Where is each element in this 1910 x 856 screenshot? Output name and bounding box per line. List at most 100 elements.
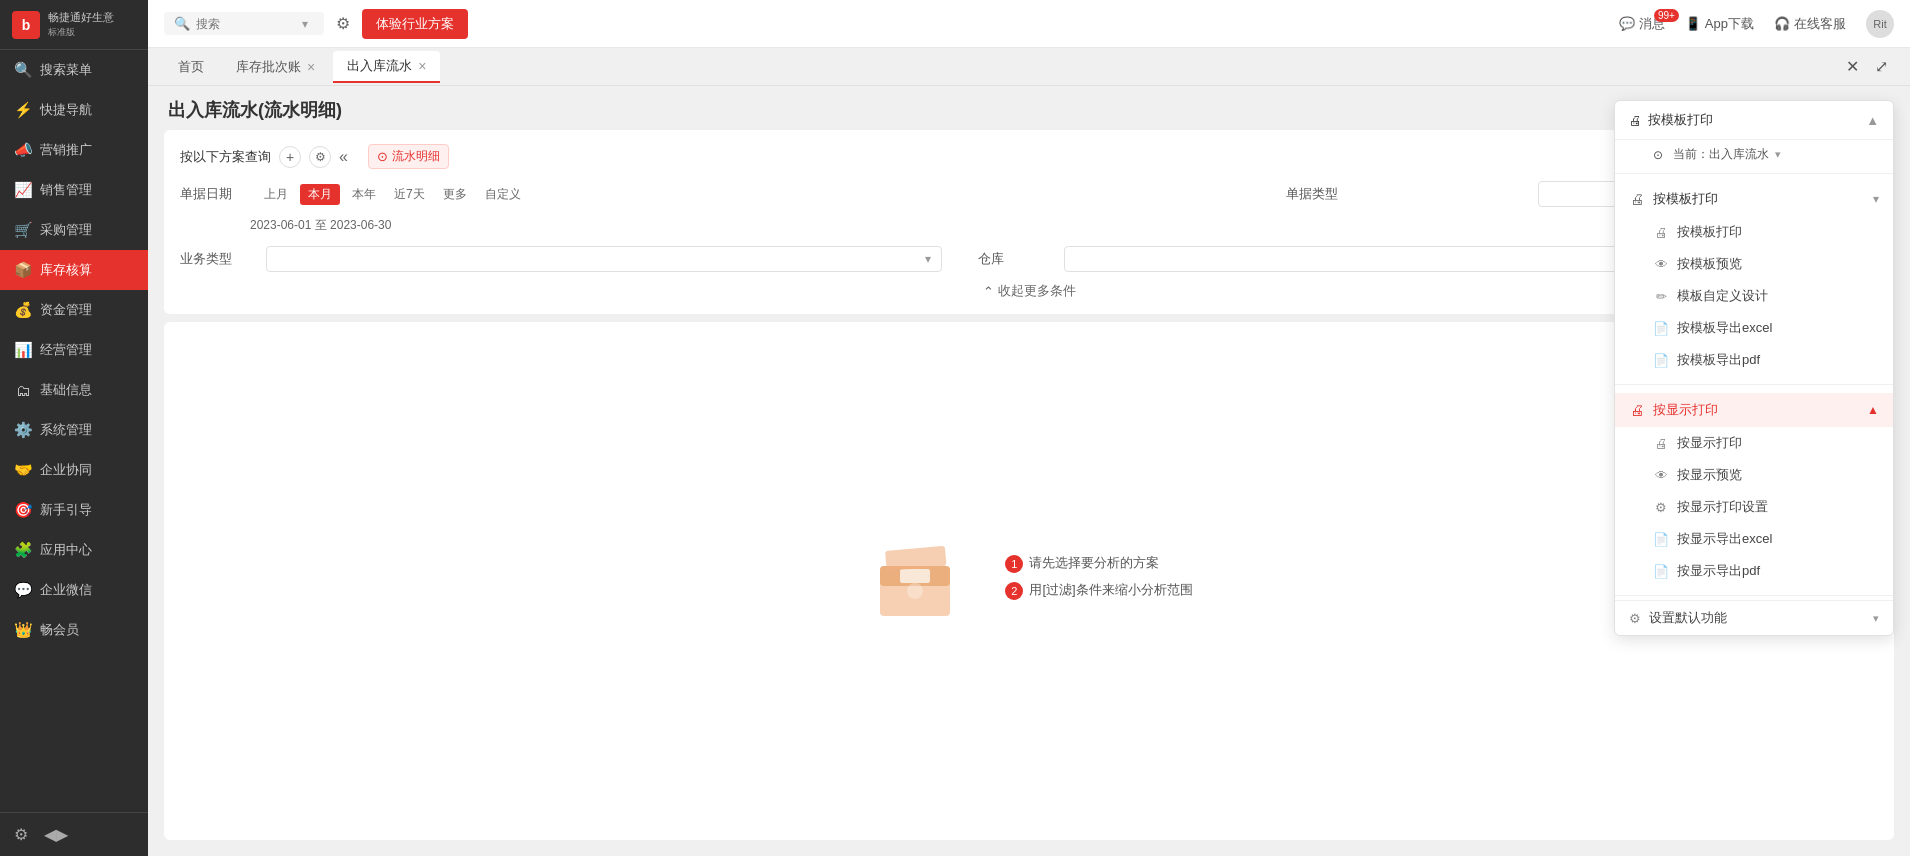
sidebar-item-label: 企业协同	[40, 461, 92, 479]
sidebar-item-label: 新手引导	[40, 501, 92, 519]
logo-icon: b	[12, 11, 40, 39]
dropdown-footer-arrow: ▾	[1873, 612, 1879, 625]
topbar-right: 💬 消息 99+ 📱 App下载 🎧 在线客服 Rit	[1619, 10, 1894, 38]
sidebar-item-purchase[interactable]: 🛒 采购管理	[0, 210, 148, 250]
sidebar-item-inventory[interactable]: 📦 库存核算	[0, 250, 148, 290]
dropdown-collapse-icon[interactable]: ▲	[1866, 113, 1879, 128]
tab-home[interactable]: 首页	[164, 52, 218, 82]
dropdown-footer-label: 设置默认功能	[1649, 609, 1727, 627]
date-btn-custom[interactable]: 自定义	[479, 184, 527, 205]
app-logo: b 畅捷通好生意 标准版	[0, 0, 148, 50]
page-title: 出入库流水(流水明细)	[168, 98, 342, 122]
filter-collapse-button[interactable]: «	[339, 148, 348, 166]
tab-bar: 首页 库存批次账 × 出入库流水 × ✕ ⤢	[148, 48, 1910, 86]
sidebar-item-app-center[interactable]: 🧩 应用中心	[0, 530, 148, 570]
gear-icon[interactable]: ⚙	[336, 14, 350, 33]
dropdown-template-section: 🖨 按模板打印 ▾ 🖨 按模板打印 👁 按模板预览 ✏ 模板自定义设计	[1615, 178, 1893, 380]
template-print-item-label: 按模板打印	[1677, 223, 1742, 241]
date-btn-7days[interactable]: 近7天	[388, 184, 431, 205]
collapse-sidebar-icon[interactable]: ◀▶	[44, 825, 68, 844]
date-filter-label: 单据日期	[180, 185, 250, 203]
sales-icon: 📈	[14, 181, 32, 199]
dropdown-title: 🖨 按模板打印	[1629, 111, 1713, 129]
sidebar-item-member[interactable]: 👑 畅会员	[0, 610, 148, 650]
display-print-section-header[interactable]: 🖨 按显示打印 ▲	[1615, 393, 1893, 427]
date-btn-this-year[interactable]: 本年	[346, 184, 382, 205]
display-preview-item[interactable]: 👁 按显示预览	[1615, 459, 1893, 491]
tab-close-all-button[interactable]: ✕	[1840, 55, 1865, 78]
sidebar-item-quick-nav[interactable]: ⚡ 快捷导航	[0, 90, 148, 130]
sidebar-item-label: 基础信息	[40, 381, 92, 399]
logo-badge: 标准版	[48, 26, 114, 39]
display-print-section-label: 按显示打印	[1653, 401, 1867, 419]
current-label: 当前：出入库流水	[1673, 146, 1769, 163]
user-avatar[interactable]: Rit	[1866, 10, 1894, 38]
sidebar-item-sales[interactable]: 📈 销售管理	[0, 170, 148, 210]
svg-rect-2	[900, 569, 930, 583]
template-print-item[interactable]: 🖨 按模板打印	[1615, 216, 1893, 248]
template-customize-item[interactable]: ✏ 模板自定义设计	[1615, 280, 1893, 312]
topbar-search-box[interactable]: 🔍 ▾	[164, 12, 324, 35]
tab-flow-close[interactable]: ×	[418, 58, 426, 74]
sidebar-item-system[interactable]: ⚙️ 系统管理	[0, 410, 148, 450]
sidebar-item-label: 搜索菜单	[40, 61, 92, 79]
online-service-button[interactable]: 🎧 在线客服	[1774, 15, 1846, 33]
message-icon: 💬	[1619, 16, 1635, 31]
sidebar-item-wechat[interactable]: 💬 企业微信	[0, 570, 148, 610]
divider-3	[1615, 595, 1893, 596]
tab-expand-button[interactable]: ⤢	[1869, 55, 1894, 78]
display-export-pdf-item[interactable]: 📄 按显示导出pdf	[1615, 555, 1893, 587]
sidebar-item-marketing[interactable]: 📣 营销推广	[0, 130, 148, 170]
tab-batch-account[interactable]: 库存批次账 ×	[222, 52, 329, 82]
template-preview-item[interactable]: 👁 按模板预览	[1615, 248, 1893, 280]
warehouse-label: 仓库	[978, 250, 1048, 268]
collapse-more-button[interactable]: ⌃ 收起更多条件	[983, 282, 1076, 300]
display-print-settings-item[interactable]: ⚙ 按显示打印设置	[1615, 491, 1893, 523]
business-type-label: 业务类型	[180, 250, 250, 268]
doc-type-label: 单据类型	[1286, 185, 1518, 203]
tip-2-text: 用[过滤]条件来缩小分析范围	[1029, 581, 1192, 599]
search-icon: 🔍	[174, 16, 190, 31]
sidebar-item-guide[interactable]: 🎯 新手引导	[0, 490, 148, 530]
sidebar-item-label: 经营管理	[40, 341, 92, 359]
business-type-select[interactable]: ▾	[266, 246, 942, 272]
trial-button[interactable]: 体验行业方案	[362, 9, 468, 39]
divider-1	[1615, 173, 1893, 174]
flow-detail-tag[interactable]: ⊙ 流水明细	[368, 144, 449, 169]
display-export-excel-item[interactable]: 📄 按显示导出excel	[1615, 523, 1893, 555]
chevron-down-icon[interactable]: ▾	[302, 17, 308, 31]
display-print-item[interactable]: 🖨 按显示打印	[1615, 427, 1893, 459]
date-btn-this-month[interactable]: 本月	[300, 184, 340, 205]
sidebar-item-basic[interactable]: 🗂 基础信息	[0, 370, 148, 410]
sidebar-item-operations[interactable]: 📊 经营管理	[0, 330, 148, 370]
app-center-icon: 🧩	[14, 541, 32, 559]
filter-header-text: 按以下方案查询	[180, 148, 271, 166]
date-btn-last-month[interactable]: 上月	[258, 184, 294, 205]
settings-footer-icon[interactable]: ⚙	[14, 825, 28, 844]
filter-gear-button[interactable]: ⚙	[309, 146, 331, 168]
logo-name: 畅捷通好生意	[48, 10, 114, 25]
message-button[interactable]: 💬 消息 99+	[1619, 15, 1665, 33]
wechat-icon: 💬	[14, 581, 32, 599]
sidebar-item-label: 营销推广	[40, 141, 92, 159]
finance-icon: 💰	[14, 301, 32, 319]
app-download-button[interactable]: 📱 App下载	[1685, 15, 1754, 33]
template-export-excel-label: 按模板导出excel	[1677, 319, 1772, 337]
display-print-settings-icon: ⚙	[1653, 499, 1669, 515]
sidebar-item-label: 库存核算	[40, 261, 92, 279]
tab-flow[interactable]: 出入库流水 ×	[333, 51, 440, 83]
tab-batch-account-close[interactable]: ×	[307, 59, 315, 75]
sidebar-item-label: 销售管理	[40, 181, 92, 199]
sidebar-nav: 🔍 搜索菜单 ⚡ 快捷导航 📣 营销推广 📈 销售管理 🛒 采购管理 📦 库存核…	[0, 50, 148, 812]
search-input[interactable]	[196, 17, 296, 31]
template-export-excel-item[interactable]: 📄 按模板导出excel	[1615, 312, 1893, 344]
date-btn-more[interactable]: 更多	[437, 184, 473, 205]
sidebar-item-finance[interactable]: 💰 资金管理	[0, 290, 148, 330]
template-print-section-header[interactable]: 🖨 按模板打印 ▾	[1615, 182, 1893, 216]
sidebar-item-enterprise[interactable]: 🤝 企业协同	[0, 450, 148, 490]
filter-add-button[interactable]: +	[279, 146, 301, 168]
template-export-pdf-item[interactable]: 📄 按模板导出pdf	[1615, 344, 1893, 376]
sidebar-item-search[interactable]: 🔍 搜索菜单	[0, 50, 148, 90]
dropdown-footer[interactable]: ⚙ 设置默认功能 ▾	[1615, 600, 1893, 635]
member-icon: 👑	[14, 621, 32, 639]
